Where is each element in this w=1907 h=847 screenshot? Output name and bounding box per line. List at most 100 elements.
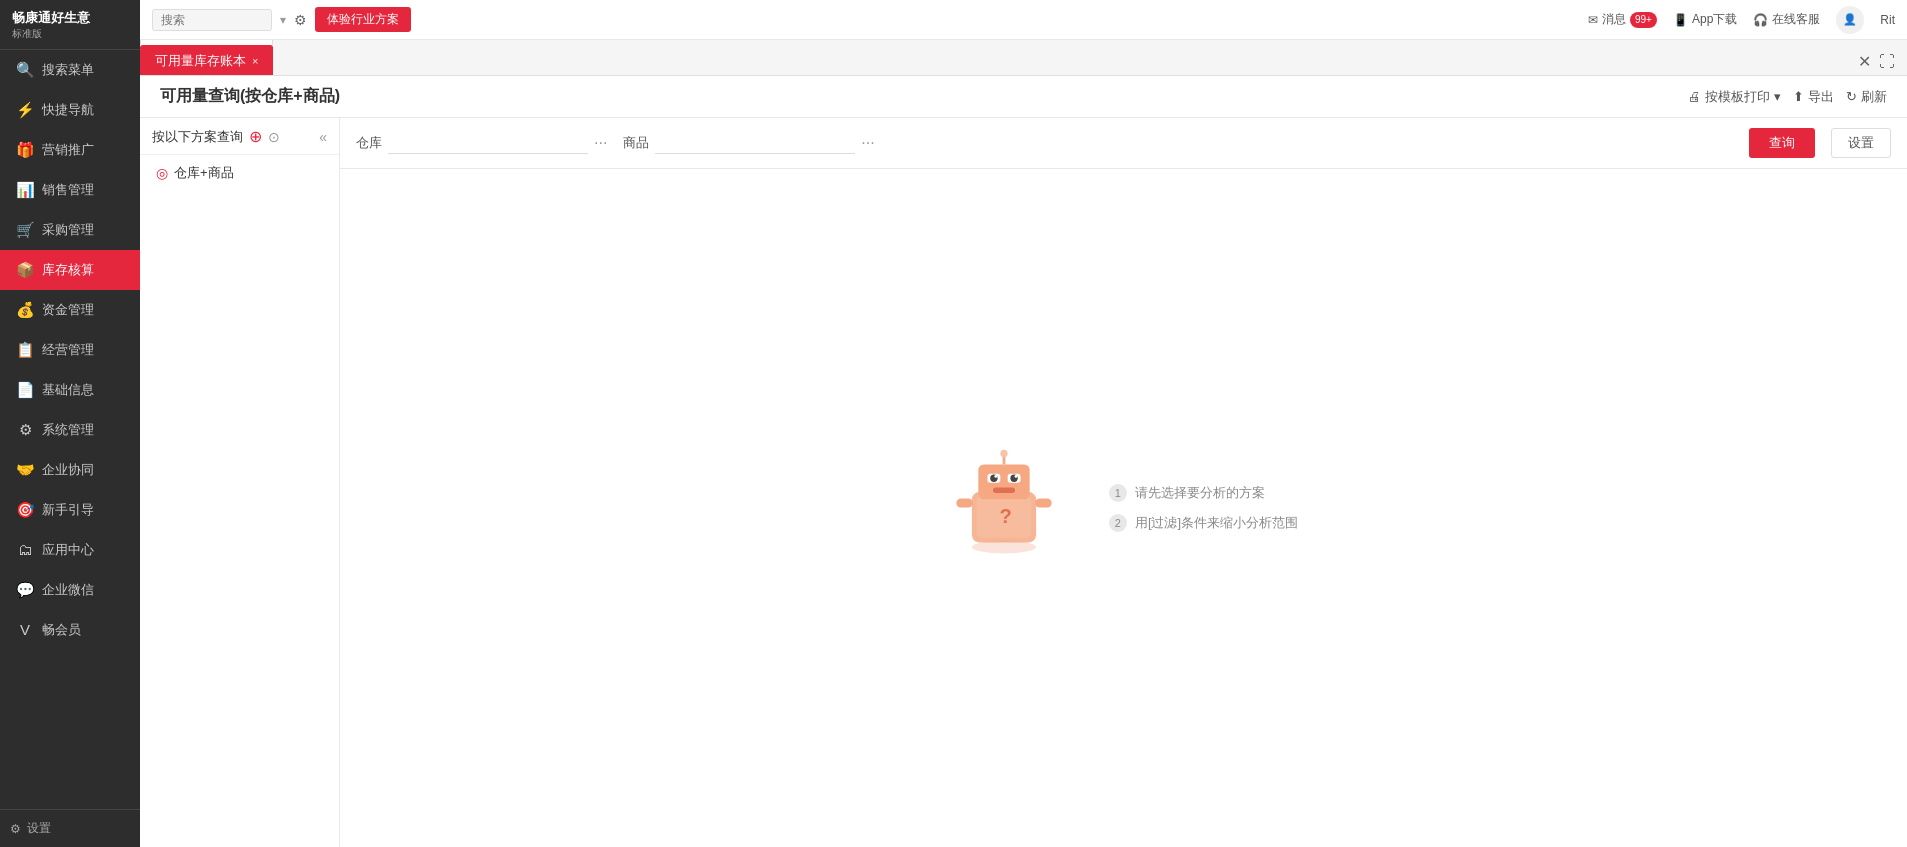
topbar-search-input[interactable]: [152, 9, 272, 31]
template-print-button[interactable]: 🖨 按模板打印 ▾: [1688, 88, 1781, 106]
app-center-icon: 🗂: [16, 541, 34, 558]
app-download-label: App下载: [1692, 11, 1737, 28]
export-button[interactable]: ⬆ 导出: [1793, 88, 1834, 106]
sidebar-item-purchase[interactable]: 🛒采购管理: [0, 210, 140, 250]
dropdown-chevron-icon[interactable]: ▾: [280, 13, 286, 27]
goods-filter-label: 商品: [623, 134, 649, 152]
sidebar-item-enterprise-wechat[interactable]: 💬 企业微信: [0, 570, 140, 610]
sidebar-item-new-guide[interactable]: 🎯新手引导: [0, 490, 140, 530]
sidebar-item-enterprise-coop[interactable]: 🤝企业协同: [0, 450, 140, 490]
sidebar-scroll: 🔍搜索菜单⚡快捷导航🎁营销推广 📊 销售管理 🛒采购管理📦库存核算💰资金管理📋经营管理…: [0, 50, 140, 809]
svg-text:?: ?: [999, 505, 1011, 527]
warehouse-filter-label: 仓库: [356, 134, 382, 152]
app-download-button[interactable]: 📱 App下载: [1673, 11, 1737, 28]
notification-button[interactable]: ✉ 消息 99+: [1588, 11, 1657, 28]
marketing-icon: 🎁: [16, 141, 34, 159]
tab-available-ledger[interactable]: 可用量库存账本×: [140, 45, 273, 75]
warehouse-filter-more-button[interactable]: ···: [594, 134, 607, 152]
sidebar-item-sales[interactable]: 📊 销售管理: [0, 170, 140, 210]
sidebar-item-vip[interactable]: V 畅会员: [0, 610, 140, 650]
sidebar-item-marketing[interactable]: 🎁营销推广: [0, 130, 140, 170]
sidebar-item-basic-info[interactable]: 📄 基础信息: [0, 370, 140, 410]
scheme-items: ◎ 仓库+商品: [140, 155, 339, 191]
hint-text-2: 用[过滤]条件来缩小分析范围: [1135, 514, 1298, 532]
goods-filter-input[interactable]: [655, 132, 855, 154]
svg-point-6: [994, 475, 997, 478]
vip-icon: V: [16, 621, 34, 638]
tabs-actions: ✕ ⛶: [1846, 48, 1907, 75]
sidebar-item-quick-nav[interactable]: ⚡快捷导航: [0, 90, 140, 130]
goods-filter-more-button[interactable]: ···: [861, 134, 874, 152]
close-tab-button[interactable]: ✕: [1854, 48, 1875, 75]
industry-solution-button[interactable]: 体验行业方案: [315, 7, 411, 32]
sidebar-item-label: 销售管理: [42, 181, 94, 199]
query-button[interactable]: 查询: [1749, 128, 1815, 158]
robot-icon: ?: [949, 448, 1059, 558]
sidebar-item-label: 快捷导航: [42, 101, 94, 119]
expand-tab-button[interactable]: ⛶: [1875, 49, 1899, 75]
hint-text-1: 请先选择要分析的方案: [1135, 484, 1265, 502]
scheme-settings-button[interactable]: ⊙: [268, 129, 280, 145]
svg-point-9: [1014, 475, 1017, 478]
phone-icon: 📱: [1673, 13, 1688, 27]
sidebar-item-inventory[interactable]: 📦库存核算: [0, 250, 140, 290]
refresh-button[interactable]: ↻ 刷新: [1846, 88, 1887, 106]
scheme-panel: 按以下方案查询 ⊕ ⊙ « ◎ 仓库+商品: [140, 118, 340, 847]
scheme-item-warehouse-goods[interactable]: ◎ 仓库+商品: [140, 155, 339, 191]
sidebar-item-label: 新手引导: [42, 501, 94, 519]
sidebar-item-app-center[interactable]: 🗂应用中心: [0, 530, 140, 570]
sidebar-item-search[interactable]: 🔍搜索菜单: [0, 50, 140, 90]
empty-illustration: ?: [949, 448, 1069, 568]
sidebar-item-finance[interactable]: 💰资金管理: [0, 290, 140, 330]
purchase-icon: 🛒: [16, 221, 34, 239]
sidebar-bottom[interactable]: ⚙ 设置: [0, 809, 140, 847]
template-print-label: 按模板打印: [1705, 88, 1770, 106]
page-header: 可用量查询(按仓库+商品) 🖨 按模板打印 ▾ ⬆ 导出 ↻ 刷新: [140, 76, 1907, 118]
enterprise-wechat-icon: 💬: [16, 581, 34, 599]
filter-row: 仓库 ··· 商品 ··· 查询 设置: [340, 118, 1907, 169]
sidebar-item-label: 企业微信: [42, 581, 94, 599]
hint-num-2: 2: [1109, 514, 1127, 532]
svg-rect-3: [978, 465, 1029, 500]
main: ▾ ⚙ 体验行业方案 ✉ 消息 99+ 📱 App下载 🎧 在线客服 👤 Rit…: [140, 0, 1907, 847]
sidebar-item-label: 基础信息: [42, 381, 94, 399]
app-name: 畅康通好生意: [12, 10, 128, 27]
scheme-collapse-button[interactable]: «: [319, 129, 327, 145]
app-edition: 标准版: [12, 27, 128, 41]
sidebar-item-label: 资金管理: [42, 301, 94, 319]
scheme-header-label: 按以下方案查询: [152, 128, 243, 146]
scheme-add-button[interactable]: ⊕: [249, 129, 262, 145]
svg-point-12: [1000, 450, 1007, 457]
hint-num-1: 1: [1109, 484, 1127, 502]
sidebar-item-operation[interactable]: 📋经营管理: [0, 330, 140, 370]
online-service-button[interactable]: 🎧 在线客服: [1753, 11, 1820, 28]
search-icon: 🔍: [16, 61, 34, 79]
warehouse-filter-input[interactable]: [388, 132, 588, 154]
avatar[interactable]: 👤: [1836, 6, 1864, 34]
print-icon: 🖨: [1688, 89, 1701, 104]
scheme-item-label-warehouse-goods: 仓库+商品: [174, 164, 234, 182]
right-area: 仓库 ··· 商品 ··· 查询 设置: [340, 118, 1907, 847]
settings-button[interactable]: 设置: [1831, 128, 1891, 158]
scheme-header: 按以下方案查询 ⊕ ⊙ «: [140, 118, 339, 155]
svg-rect-10: [993, 487, 1015, 493]
scheme-icon-warehouse-goods: ◎: [156, 165, 168, 181]
message-icon: ✉: [1588, 13, 1598, 27]
export-icon: ⬆: [1793, 89, 1804, 104]
sidebar-item-label: 畅会员: [42, 621, 81, 639]
basic-info-icon: 📄: [16, 381, 34, 399]
sidebar-logo: 畅康通好生意 标准版: [0, 0, 140, 50]
template-print-chevron: ▾: [1774, 89, 1781, 104]
username-label[interactable]: Rit: [1880, 13, 1895, 27]
settings-icon: ⚙: [10, 822, 21, 836]
operation-icon: 📋: [16, 341, 34, 359]
sales-icon: 📊: [16, 181, 34, 199]
content-area: 按以下方案查询 ⊕ ⊙ « ◎ 仓库+商品 仓库 ··· 商品 ···: [140, 118, 1907, 847]
empty-hints: 1 请先选择要分析的方案 2 用[过滤]条件来缩小分析范围: [1109, 484, 1298, 532]
tab-close-available-ledger[interactable]: ×: [252, 55, 258, 67]
gear-icon[interactable]: ⚙: [294, 12, 307, 28]
warehouse-filter-group: 仓库 ···: [356, 132, 607, 154]
topbar-right: ✉ 消息 99+ 📱 App下载 🎧 在线客服 👤 Rit: [1588, 6, 1895, 34]
sidebar-item-system[interactable]: ⚙系统管理: [0, 410, 140, 450]
page-header-actions: 🖨 按模板打印 ▾ ⬆ 导出 ↻ 刷新: [1688, 88, 1887, 106]
